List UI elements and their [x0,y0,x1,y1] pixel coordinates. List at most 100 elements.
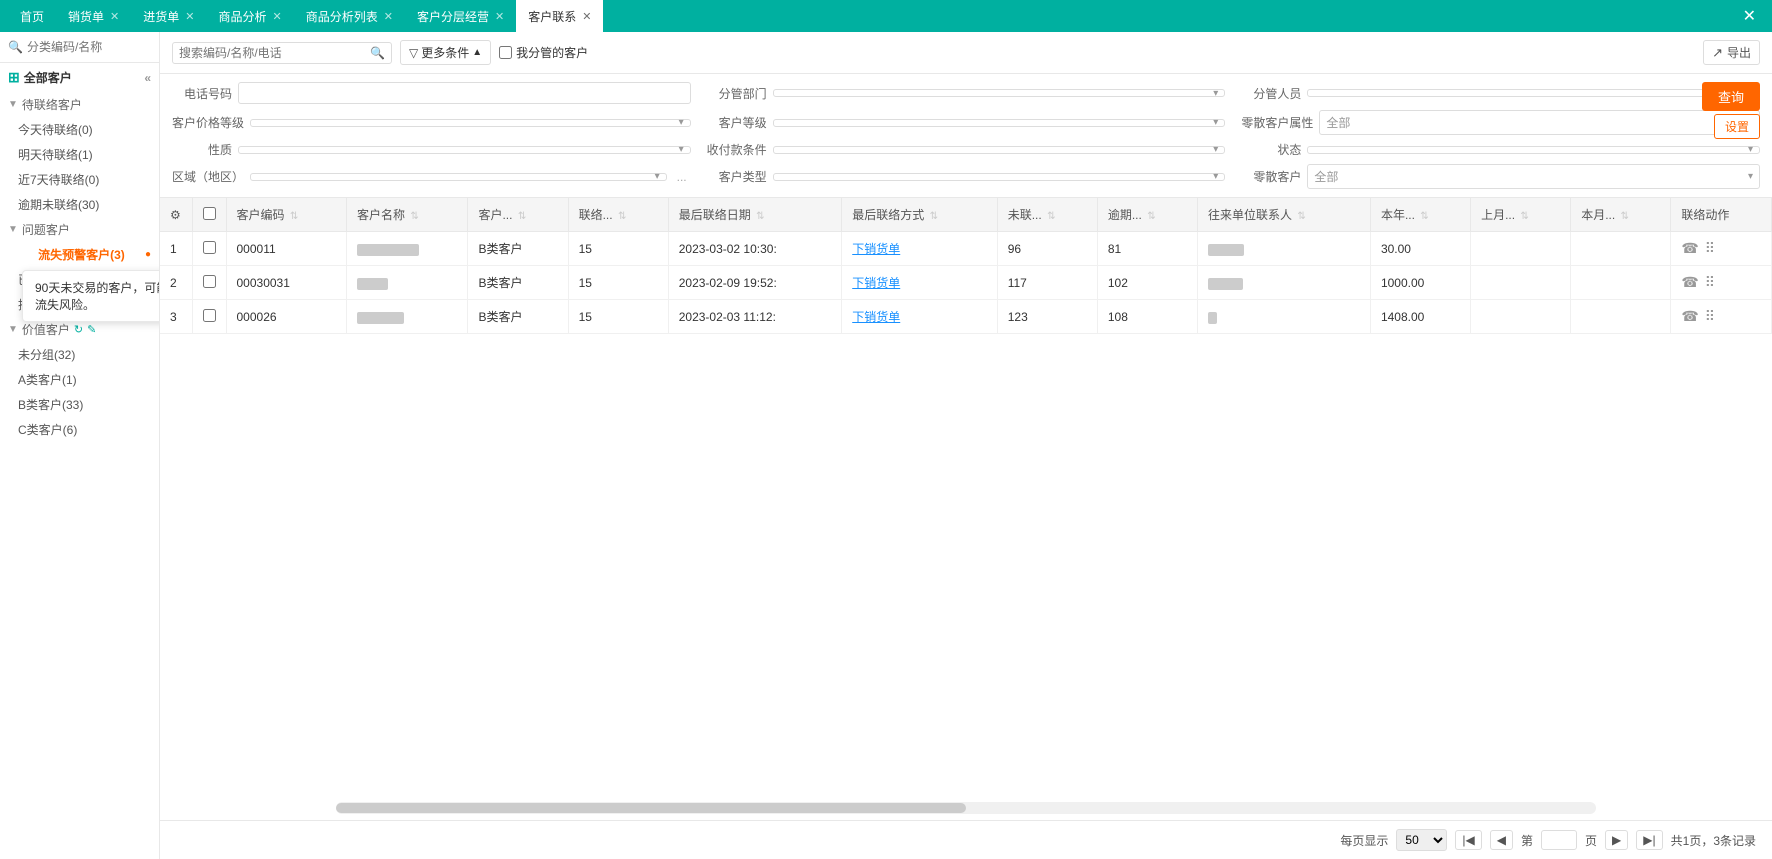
close-icon[interactable]: ✕ [582,10,591,23]
payment-select[interactable] [773,146,1226,154]
first-page-button[interactable]: |◀ [1455,830,1481,850]
close-icon[interactable]: ✕ [384,10,393,23]
th-type[interactable]: 客户... ⇅ [468,198,568,232]
th-checkbox[interactable] [192,198,226,232]
link-text[interactable]: 下销货单 [852,310,900,324]
th-overdue[interactable]: 逾期... ⇅ [1097,198,1197,232]
area-select[interactable] [250,173,667,181]
link-text[interactable]: 下销货单 [852,276,900,290]
edit-icon[interactable]: ✎ [87,323,96,336]
td-last-method[interactable]: 下销货单 [842,232,998,266]
page-size-select[interactable]: 50 100 200 [1396,829,1447,851]
nav-customer-contact[interactable]: 客户联系 ✕ [516,0,603,32]
close-icon[interactable]: ✕ [185,10,194,23]
close-icon[interactable]: ✕ [495,10,504,23]
sidebar-item-b-class[interactable]: B类客户(33) [0,392,159,417]
more-action-icon[interactable]: ⠿ [1705,308,1715,325]
td-checkbox[interactable] [192,232,226,266]
customer-level-select[interactable] [773,119,1226,127]
all-customers-header[interactable]: ⊞ 全部客户 « [0,63,159,92]
status-select[interactable] [1307,146,1760,154]
th-settings[interactable]: ⚙ [160,198,192,232]
sidebar-item-c-class[interactable]: C类客户(6) [0,417,159,442]
th-uncontacted[interactable]: 未联... ⇅ [997,198,1097,232]
th-action[interactable]: 联络动作 [1671,198,1772,232]
row-checkbox[interactable] [203,241,216,254]
sidebar-item-overdue[interactable]: 逾期未联络(30) [0,192,159,217]
search-input[interactable] [179,46,358,60]
person-select[interactable] [1307,89,1734,97]
window-close-button[interactable]: ✕ [1735,6,1764,26]
td-checkbox[interactable] [192,266,226,300]
settings-button[interactable]: 设置 [1714,114,1760,139]
zero-customer-select[interactable]: 全部 [1307,164,1760,189]
row-checkbox[interactable] [203,309,216,322]
nav-customer-segmentation[interactable]: 客户分层经营 ✕ [405,0,516,32]
next-page-button[interactable]: ▶ [1605,830,1628,850]
more-action-icon[interactable]: ⠿ [1705,240,1715,257]
sidebar-group-pending[interactable]: ▼ 待联络客户 [0,92,159,117]
th-this-year[interactable]: 本年... ⇅ [1370,198,1470,232]
td-last-method[interactable]: 下销货单 [842,266,998,300]
th-last-month[interactable]: 上月... ⇅ [1471,198,1571,232]
more-conditions-button[interactable]: ▽ 更多条件 ▲ [400,40,491,65]
dept-select[interactable] [773,89,1226,97]
nav-product-analysis-list[interactable]: 商品分析列表 ✕ [294,0,405,32]
close-icon[interactable]: ✕ [110,10,119,23]
nav-sales-order[interactable]: 销货单 ✕ [56,0,131,32]
sort-icon: ⇅ [1147,211,1155,222]
export-button[interactable]: ↗ 导出 [1703,40,1760,65]
area-more-icon[interactable]: ... [673,168,691,186]
nav-product-analysis[interactable]: 商品分析 ✕ [206,0,293,32]
td-checkbox[interactable] [192,300,226,334]
query-button[interactable]: 查询 [1702,82,1760,111]
search-icon[interactable]: 🔍 [370,46,385,60]
prev-page-button[interactable]: ◀ [1490,830,1513,850]
th-code[interactable]: 客户编码 ⇅ [226,198,347,232]
th-contact[interactable]: 联络... ⇅ [568,198,668,232]
contact-icon[interactable]: ☎ [1681,308,1698,325]
my-customers-checkbox[interactable] [499,46,512,59]
sidebar-search-input[interactable] [27,40,151,54]
customer-type-select[interactable] [773,173,1226,181]
select-all-checkbox[interactable] [203,207,216,220]
my-customers-checkbox-wrap[interactable]: 我分管的客户 [499,44,588,61]
td-this-year: 1000.00 [1370,266,1470,300]
sidebar-group-problem[interactable]: ▼ 问题客户 [0,217,159,242]
last-page-button[interactable]: ▶| [1636,830,1662,850]
td-action[interactable]: ☎ ⠿ [1671,300,1772,334]
nav-home[interactable]: 首页 [8,0,56,32]
th-contact-person[interactable]: 往来单位联系人 ⇅ [1197,198,1370,232]
more-action-icon[interactable]: ⠿ [1705,274,1715,291]
contact-icon[interactable]: ☎ [1681,274,1698,291]
th-name[interactable]: 客户名称 ⇅ [347,198,468,232]
nature-select[interactable] [238,146,691,154]
zero-attr-select[interactable]: 全部 [1319,110,1760,135]
sidebar-item-today[interactable]: 今天待联络(0) [0,117,159,142]
sidebar-item-unclassified[interactable]: 未分组(32) [0,342,159,367]
td-action[interactable]: ☎ ⠿ [1671,232,1772,266]
contact-icon[interactable]: ☎ [1681,240,1698,257]
nav-purchase-order[interactable]: 进货单 ✕ [131,0,206,32]
price-level-select[interactable] [250,119,691,127]
th-this-month[interactable]: 本月... ⇅ [1571,198,1671,232]
th-last-contact-date[interactable]: 最后联络日期 ⇅ [668,198,842,232]
td-last-method[interactable]: 下销货单 [842,300,998,334]
td-this-year: 30.00 [1370,232,1470,266]
scroll-thumb[interactable] [336,803,966,813]
sidebar-item-a-class[interactable]: A类客户(1) [0,367,159,392]
close-icon[interactable]: ✕ [273,10,282,23]
sidebar-item-churn-warning[interactable]: 流失预警客户(3) ● [0,242,159,267]
page-number-input[interactable]: 1 [1541,830,1577,850]
sidebar-item-7days[interactable]: 近7天待联络(0) [0,167,159,192]
td-name: ██████ [347,300,468,334]
horizontal-scrollbar[interactable] [336,802,1596,814]
link-text[interactable]: 下销货单 [852,242,900,256]
sidebar-item-tomorrow[interactable]: 明天待联络(1) [0,142,159,167]
refresh-icon[interactable]: ↻ [74,323,83,336]
collapse-icon[interactable]: « [144,71,151,85]
phone-input[interactable] [238,82,691,104]
row-checkbox[interactable] [203,275,216,288]
th-last-contact-method[interactable]: 最后联络方式 ⇅ [842,198,998,232]
td-action[interactable]: ☎ ⠿ [1671,266,1772,300]
